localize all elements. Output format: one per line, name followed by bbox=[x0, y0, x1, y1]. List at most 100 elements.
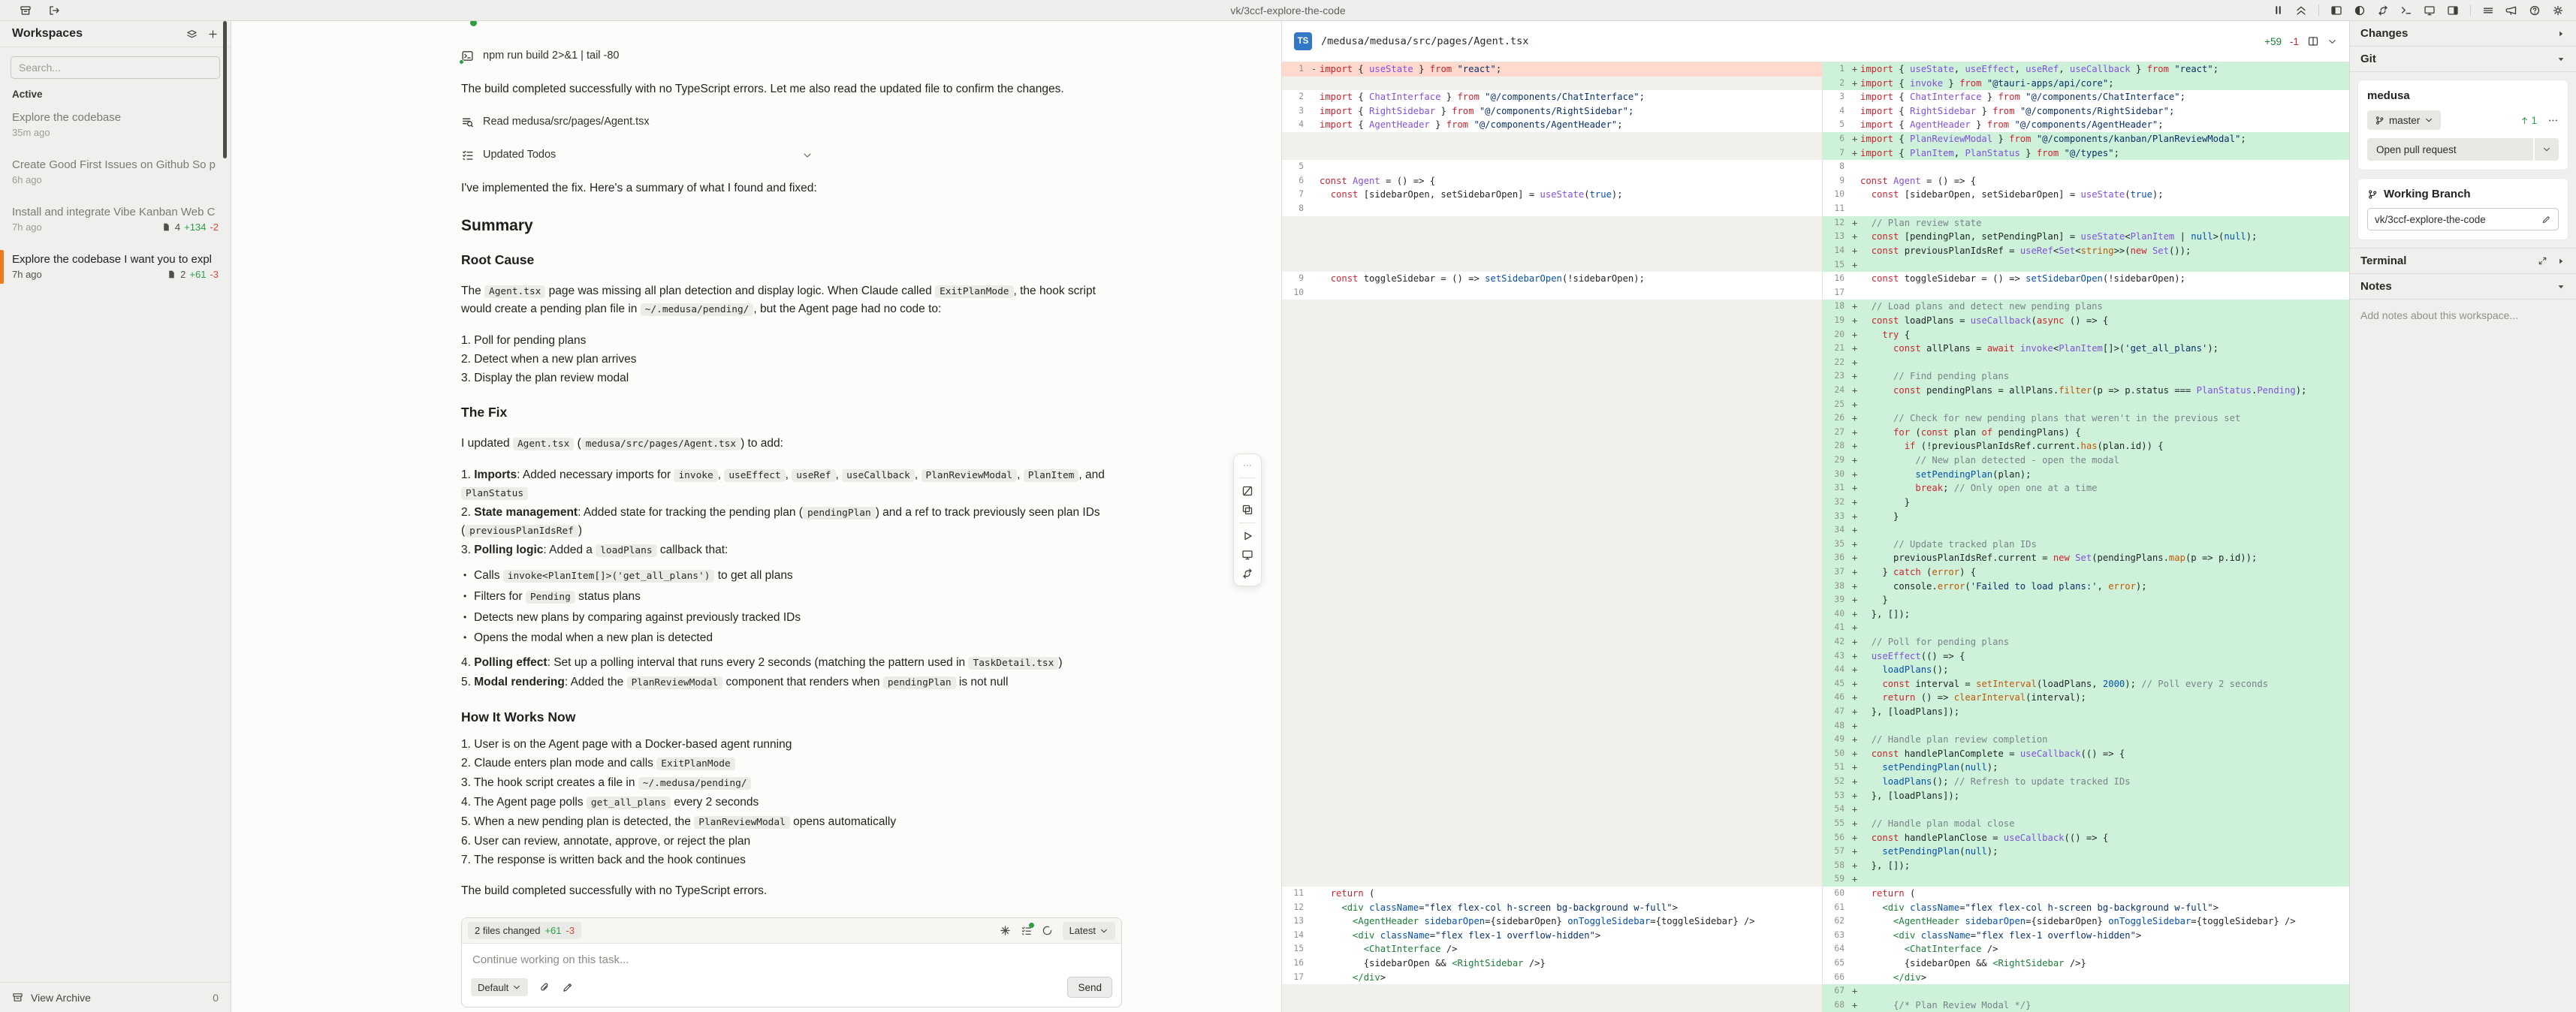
diff-row: 55+ // Handle plan modal close bbox=[1282, 817, 2349, 831]
archive-icon[interactable] bbox=[20, 5, 32, 17]
chevron-down-icon bbox=[2542, 145, 2551, 154]
attach-icon[interactable] bbox=[539, 982, 550, 993]
menu-icon[interactable] bbox=[2482, 5, 2494, 17]
terminal-icon[interactable] bbox=[2400, 5, 2412, 17]
ordered-list: Poll for pending plansDetect when a new … bbox=[461, 332, 1122, 387]
workspace-item[interactable]: Install and integrate Vibe Kanban Web C7… bbox=[0, 201, 231, 238]
diff-row: 14 <div className="flex flex-1 overflow-… bbox=[1282, 929, 2349, 943]
view-archive-button[interactable]: View Archive 0 bbox=[0, 982, 231, 1012]
diff-row: 68+ {/* Plan Review Modal */} bbox=[1282, 998, 2349, 1012]
working-branch-input[interactable]: vk/3ccf-explore-the-code bbox=[2367, 208, 2559, 230]
diff-body[interactable]: 1-import { useState } from "react";1+imp… bbox=[1282, 62, 2349, 1012]
app-window: vk/3ccf-explore-the-code Workspaces bbox=[0, 0, 2576, 1012]
sign-out-icon[interactable] bbox=[48, 5, 60, 17]
git-compare-icon[interactable] bbox=[1241, 568, 1253, 580]
list-item: Opens the modal when a new plan is detec… bbox=[461, 629, 1122, 646]
add-workspace-icon[interactable] bbox=[207, 29, 219, 40]
notes-section-header[interactable]: Notes bbox=[2350, 274, 2576, 300]
arrow-up-icon bbox=[2520, 116, 2529, 125]
git-compare-icon[interactable] bbox=[2377, 5, 2389, 17]
list-item: State management: Added state for tracki… bbox=[461, 504, 1122, 540]
notes-input[interactable]: Add notes about this workspace... bbox=[2350, 300, 2576, 331]
caret-down-icon bbox=[2556, 282, 2565, 291]
diff-row: 811 bbox=[1282, 202, 2349, 216]
paragraph: The build completed successfully with no… bbox=[461, 80, 1122, 98]
edit-branch-icon[interactable] bbox=[2541, 215, 2551, 224]
diff-row: 2import { ChatInterface } from "@/compon… bbox=[1282, 90, 2349, 104]
workspace-item[interactable]: Explore the codebase I want you to expl7… bbox=[0, 248, 231, 285]
monitor-icon[interactable] bbox=[2424, 5, 2436, 17]
diff-row: 30+ setPendingPlan(plan); bbox=[1282, 468, 2349, 482]
archive-count: 0 bbox=[213, 992, 219, 1004]
caret-down-icon bbox=[2556, 55, 2565, 64]
help-icon[interactable] bbox=[2529, 5, 2541, 17]
diff-row: 15+ bbox=[1282, 258, 2349, 273]
list-item: User is on the Agent page with a Docker-… bbox=[461, 736, 1122, 753]
spark-icon[interactable] bbox=[1000, 925, 1011, 936]
settings-icon[interactable] bbox=[2552, 5, 2564, 17]
diff-row: 49+ // Handle plan review completion bbox=[1282, 733, 2349, 747]
heading: Summary bbox=[461, 217, 1122, 234]
git-section-body: medusa master 1 O bbox=[2350, 72, 2576, 248]
preview-icon[interactable] bbox=[1241, 549, 1253, 561]
drag-handle-icon[interactable] bbox=[1242, 460, 1253, 471]
panel-right-icon[interactable] bbox=[2447, 5, 2459, 17]
diff-row: 28+ if (!previousPlanIdsRef.current.has(… bbox=[1282, 439, 2349, 453]
deletions-count: -3 bbox=[566, 925, 575, 936]
tool-call-row[interactable]: npm run build 2>&1 | tail -80 bbox=[461, 47, 1122, 65]
diff-row: 35+ // Update tracked plan IDs bbox=[1282, 538, 2349, 552]
paragraph: I updated Agent.tsx (medusa/src/pages/Ag… bbox=[461, 435, 1122, 453]
announcements-icon[interactable] bbox=[2505, 5, 2517, 17]
workspace-item[interactable]: Explore the codebase35m ago bbox=[0, 107, 231, 143]
changes-section-header[interactable]: Changes bbox=[2350, 21, 2576, 47]
list-item: Display the plan review modal bbox=[461, 369, 1122, 387]
diff-toggle-icon[interactable] bbox=[1241, 485, 1253, 497]
pause-icon[interactable] bbox=[2273, 5, 2284, 16]
diff-row: 20+ try { bbox=[1282, 328, 2349, 342]
diff-row: 17 </div>66 </div> bbox=[1282, 971, 2349, 985]
notes-label: Notes bbox=[2360, 280, 2392, 293]
diff-row: 56+ const handlePlanClose = useCallback(… bbox=[1282, 831, 2349, 845]
composer-controls: Default Send bbox=[462, 972, 1121, 1007]
workspaces-sidebar: Workspaces Active Explore the codebase35… bbox=[0, 21, 231, 1012]
workspace-list: Explore the codebase35m ago Create Good F… bbox=[0, 107, 231, 982]
workspace-item[interactable]: Create Good First Issues on Github So p6… bbox=[0, 154, 231, 191]
sidebar-scrollbar[interactable] bbox=[223, 21, 227, 158]
paragraph: I've implemented the fix. Here's a summa… bbox=[461, 179, 1122, 197]
more-options-icon[interactable] bbox=[2547, 115, 2559, 126]
theme-icon[interactable] bbox=[2354, 5, 2366, 17]
pr-options-button[interactable] bbox=[2535, 138, 2559, 161]
run-icon[interactable] bbox=[1241, 530, 1253, 542]
diff-row: 12+ // Plan review state bbox=[1282, 216, 2349, 230]
terminal-section-header[interactable]: Terminal bbox=[2350, 248, 2576, 274]
git-section-header[interactable]: Git bbox=[2350, 47, 2576, 72]
pen-icon[interactable] bbox=[562, 982, 573, 993]
split-view-icon[interactable] bbox=[2307, 35, 2319, 47]
diff-row: 67+ bbox=[1282, 984, 2349, 998]
tool-call-row[interactable]: Updated Todos bbox=[461, 146, 813, 164]
diff-row: 23+ // Find pending plans bbox=[1282, 369, 2349, 384]
expand-icon[interactable] bbox=[2538, 256, 2547, 266]
diff-row: 12 <div className="flex flex-col h-scree… bbox=[1282, 901, 2349, 915]
collapse-all-icon[interactable] bbox=[2295, 5, 2307, 17]
search-input[interactable] bbox=[11, 56, 220, 79]
send-button[interactable]: Send bbox=[1067, 977, 1112, 998]
diff-row: 47+ }, [loadPlans]); bbox=[1282, 705, 2349, 719]
model-dropdown[interactable]: Default bbox=[471, 978, 528, 996]
copy-icon[interactable] bbox=[1241, 504, 1253, 516]
diff-row: 25+ bbox=[1282, 398, 2349, 412]
chevron-down-icon[interactable] bbox=[2327, 37, 2337, 47]
panel-left-icon[interactable] bbox=[2330, 5, 2342, 17]
files-changed-badge[interactable]: 2 files changed +61 -3 bbox=[468, 922, 581, 939]
tool-call-row[interactable]: Read medusa/src/pages/Agent.tsx bbox=[461, 113, 1122, 131]
active-section-label: Active bbox=[0, 80, 231, 107]
layers-icon[interactable] bbox=[186, 29, 198, 40]
diff-header[interactable]: TS /medusa/medusa/src/pages/Agent.tsx +5… bbox=[1282, 21, 2349, 62]
open-pr-button[interactable]: Open pull request bbox=[2367, 138, 2533, 161]
ordered-list: User is on the Agent page with a Docker-… bbox=[461, 736, 1122, 869]
latest-dropdown[interactable]: Latest bbox=[1063, 922, 1115, 940]
branch-dropdown[interactable]: master bbox=[2367, 110, 2441, 130]
message-input[interactable]: Continue working on this task... bbox=[462, 944, 1121, 972]
diff-row: 2+import { invoke } from "@tauri-apps/ap… bbox=[1282, 77, 2349, 91]
list-item: Detect when a new plan arrives bbox=[461, 351, 1122, 368]
